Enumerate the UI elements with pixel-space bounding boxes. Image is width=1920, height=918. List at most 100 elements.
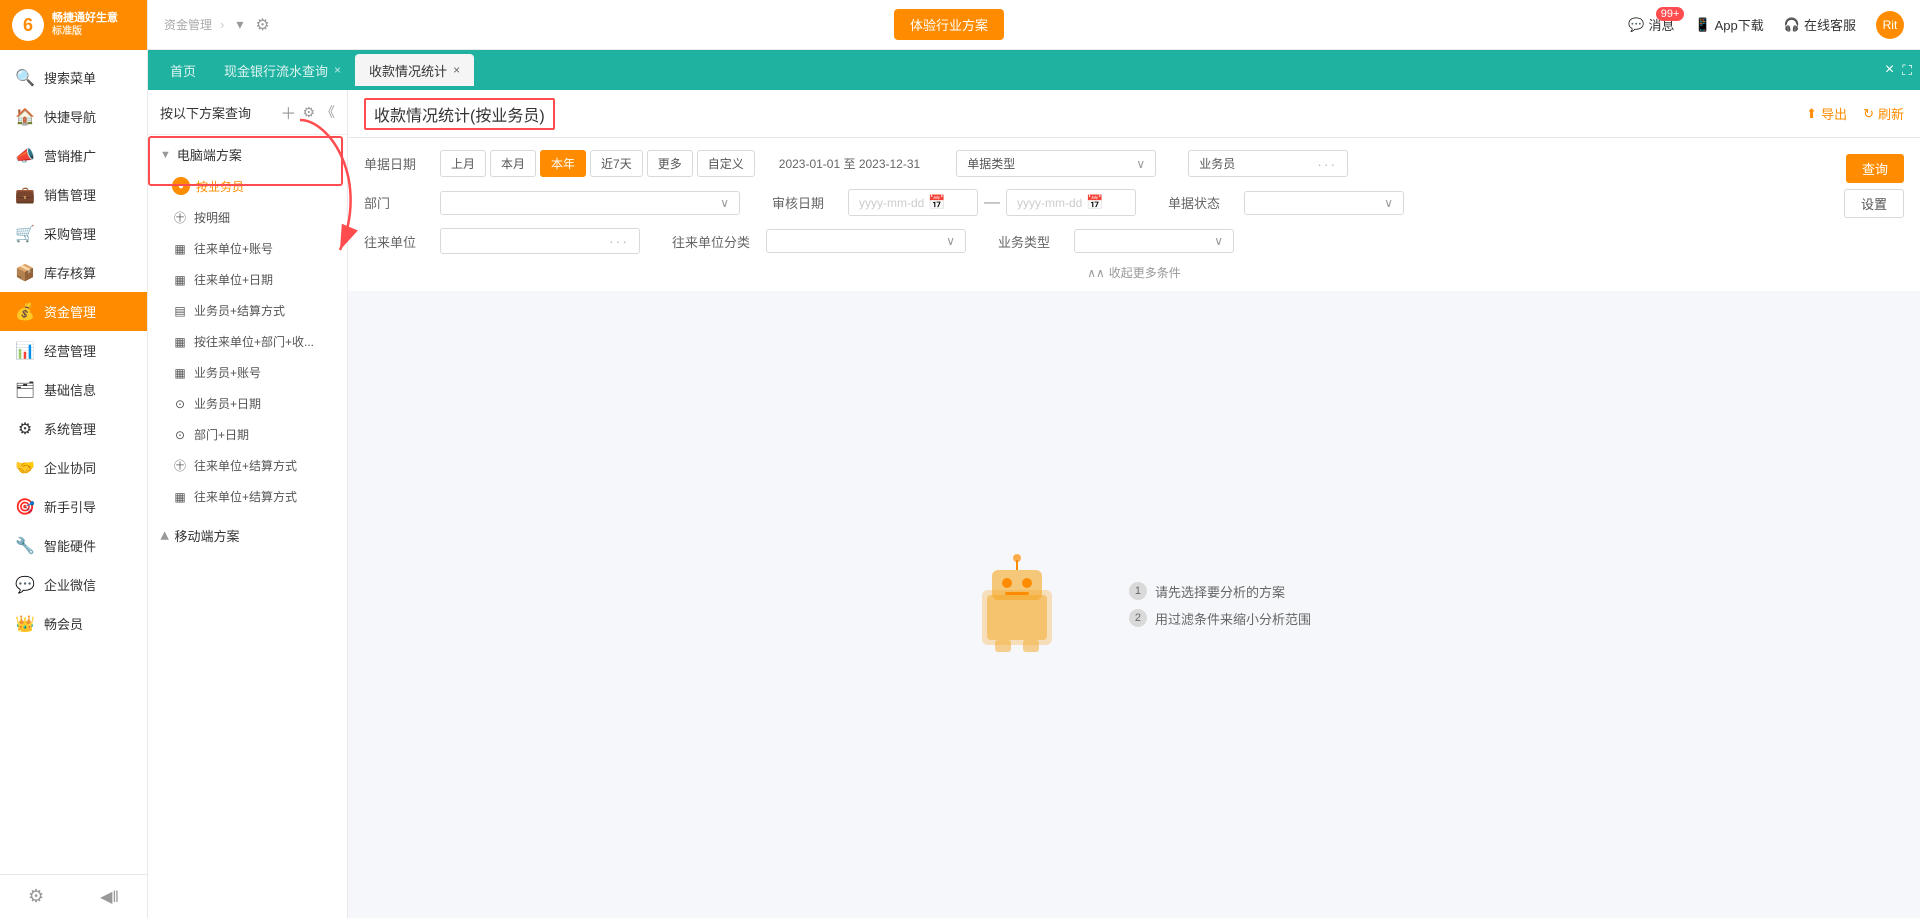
purchase-icon: 🛒 [16,225,34,243]
this-year-btn[interactable]: 本年 [540,150,586,177]
date-filter-buttons: 上月 本月 本年 近7天 更多 自定义 [440,150,755,177]
review-date-end-input[interactable]: yyyy-mm-dd 📅 [1006,189,1136,216]
salesman-label: 业务员 [1199,155,1235,172]
download-icon: 📱 [1694,17,1710,33]
sidebar-settings-icon[interactable]: ⚙ [28,886,44,907]
plan-item-salesman[interactable]: ● 按业务员 [148,170,347,202]
dept-select[interactable]: ∨ [440,191,740,215]
plan-arrow-icon: ▼ [160,149,171,161]
sidebar-item-purchase[interactable]: 🛒 采购管理 [0,214,147,253]
last-7-days-btn[interactable]: 近7天 [590,150,643,177]
left-panel: 按以下方案查询 ＋ ⚙ 《 ▼ 电脑端方案 ● 按业务员 ㊉ [148,90,348,918]
tab-bank-flow[interactable]: 现金银行流水查询 × [210,54,355,86]
collapse-more-conditions[interactable]: ∧∧ 收起更多条件 [348,254,1920,291]
sidebar-item-member[interactable]: 👑 畅会员 [0,604,147,643]
dropdown-icon[interactable]: ▾ [236,16,243,33]
online-service-area[interactable]: 🎧 在线客服 [1784,15,1856,34]
plan-item-salesman-account[interactable]: ▦ 业务员+账号 [148,357,347,388]
more-date-btn[interactable]: 更多 [647,150,693,177]
review-date-inputs: yyyy-mm-dd 📅 — yyyy-mm-dd 📅 [848,189,1136,216]
tab-collection-stats[interactable]: 收款情况统计 × [355,54,474,86]
plan-item-dept-date[interactable]: ⊙ 部门+日期 [148,419,347,450]
sidebar-bottom: ⚙ ◀‖ [0,874,147,918]
salesman-account-icon: ▦ [172,365,188,381]
marketing-icon: 📣 [16,147,34,165]
add-plan-icon[interactable]: ＋ [280,100,296,124]
empty-state: 1 请先选择要分析的方案 2 用过滤条件来缩小分析范围 [348,291,1920,918]
sidebar-item-basic-info[interactable]: 🗂 基础信息 [0,370,147,409]
guide-icon: 🎯 [16,498,34,516]
robot-illustration [957,545,1077,665]
refresh-label: 刷新 [1878,104,1904,123]
tab-collection-stats-close[interactable]: × [453,63,460,77]
sidebar-collapse-icon[interactable]: ◀‖ [100,887,119,907]
mobile-plan-arrow-icon: ▶ [158,531,171,539]
doc-type-select[interactable]: 单据类型 ∨ [956,150,1156,177]
plan-item-salesman-date[interactable]: ⊙ 业务员+日期 [148,388,347,419]
tab-bank-flow-close[interactable]: × [334,63,341,77]
sidebar-item-finance[interactable]: 💰 资金管理 [0,292,147,331]
sidebar-item-sales[interactable]: 💼 销售管理 [0,175,147,214]
partner-select[interactable]: ··· [440,228,640,254]
this-month-btn[interactable]: 本月 [490,150,536,177]
top-header: 资金管理 › ▾ ⚙ 体验行业方案 💬 消息 99+ 📱 App下载 🎧 在线客… [148,0,1920,50]
sidebar-item-quicknav[interactable]: 🏠 快捷导航 [0,97,147,136]
plan-item-partner-payment1[interactable]: ㊉ 往来单位+结算方式 [148,450,347,481]
avatar[interactable]: Rit [1876,11,1904,39]
app-download-area[interactable]: 📱 App下载 [1694,15,1763,34]
plan-item-salesman-payment[interactable]: ▤ 业务员+结算方式 [148,295,347,326]
sidebar-item-operations[interactable]: 📊 经营管理 [0,331,147,370]
app-download-label: App下载 [1715,15,1764,34]
notification-area[interactable]: 💬 消息 99+ [1628,15,1674,34]
collapse-label: 收起更多条件 [1109,264,1181,281]
doc-status-select[interactable]: ∨ [1244,191,1404,215]
plan-item-partner-payment1-label: 往来单位+结算方式 [194,457,297,474]
doc-type-label: 单据类型 [967,155,1015,172]
last-month-btn[interactable]: 上月 [440,150,486,177]
plan-item-detail[interactable]: ㊉ 按明细 [148,202,347,233]
tab-home[interactable]: 首页 [156,54,210,86]
refresh-button[interactable]: ↻ 刷新 [1863,104,1904,123]
collapse-panel-icon[interactable]: 《 [321,102,335,122]
custom-date-btn[interactable]: 自定义 [697,150,755,177]
filter-row-1: 单据日期 上月 本月 本年 近7天 更多 自定义 2023-01-01 至 20… [364,150,1820,177]
sidebar-item-inventory[interactable]: 📦 库存核算 [0,253,147,292]
settings-gear-icon[interactable]: ⚙ [255,15,269,35]
mobile-plan-title[interactable]: ▶ 移动端方案 [148,520,347,551]
tab-bar-close-icon[interactable]: × [1885,61,1894,79]
query-button[interactable]: 查询 [1846,154,1904,183]
filter-settings-button[interactable]: 设置 [1844,189,1904,218]
sidebar-item-marketing[interactable]: 📣 营销推广 [0,136,147,175]
salesman-select[interactable]: 业务员 ··· [1188,150,1348,177]
plan-item-partner-dept[interactable]: ▦ 按往来单位+部门+收... [148,326,347,357]
sidebar-item-wechat[interactable]: 💬 企业微信 [0,565,147,604]
hardware-icon: 🔧 [16,537,34,555]
desktop-plan-title[interactable]: ▼ 电脑端方案 [148,139,347,170]
sidebar-item-label: 畅会员 [44,614,83,633]
tab-bar-expand-icon[interactable]: ⛶ [1902,62,1912,79]
plan-item-partner-date[interactable]: ▦ 往来单位+日期 [148,264,347,295]
dept-filter-label: 部门 [364,193,424,212]
biz-type-select[interactable]: ∨ [1074,229,1234,253]
trial-button[interactable]: 体验行业方案 [894,9,1004,40]
sidebar-item-collab[interactable]: 🤝 企业协同 [0,448,147,487]
partner-more-icon[interactable]: ··· [609,233,629,249]
page-title-bar: 收款情况统计(按业务员) ⬆ 导出 ↻ 刷新 [348,90,1920,138]
plan-item-partner-date-label: 往来单位+日期 [194,271,273,288]
review-date-end-placeholder: yyyy-mm-dd [1017,196,1082,210]
review-date-start-input[interactable]: yyyy-mm-dd 📅 [848,189,978,216]
export-button[interactable]: ⬆ 导出 [1806,104,1847,123]
sidebar-item-search[interactable]: 🔍 搜索菜单 [0,58,147,97]
plan-item-partner-account[interactable]: ▦ 往来单位+账号 [148,233,347,264]
salesman-more-icon[interactable]: ··· [1317,156,1337,172]
sidebar-item-guide[interactable]: 🎯 新手引导 [0,487,147,526]
settings-plan-icon[interactable]: ⚙ [302,104,315,121]
sidebar-item-system[interactable]: ⚙ 系统管理 [0,409,147,448]
header-left: 资金管理 › ▾ ⚙ [164,15,270,35]
partner-category-select[interactable]: ∨ [766,229,966,253]
left-panel-header: 按以下方案查询 ＋ ⚙ 《 [148,90,347,135]
sidebar-item-hardware[interactable]: 🔧 智能硬件 [0,526,147,565]
app-logo: 6 畅捷通好生意 标准版 [0,0,147,50]
biz-type-chevron-icon: ∨ [1214,234,1223,248]
plan-item-partner-payment2[interactable]: ▦ 往来单位+结算方式 [148,481,347,512]
